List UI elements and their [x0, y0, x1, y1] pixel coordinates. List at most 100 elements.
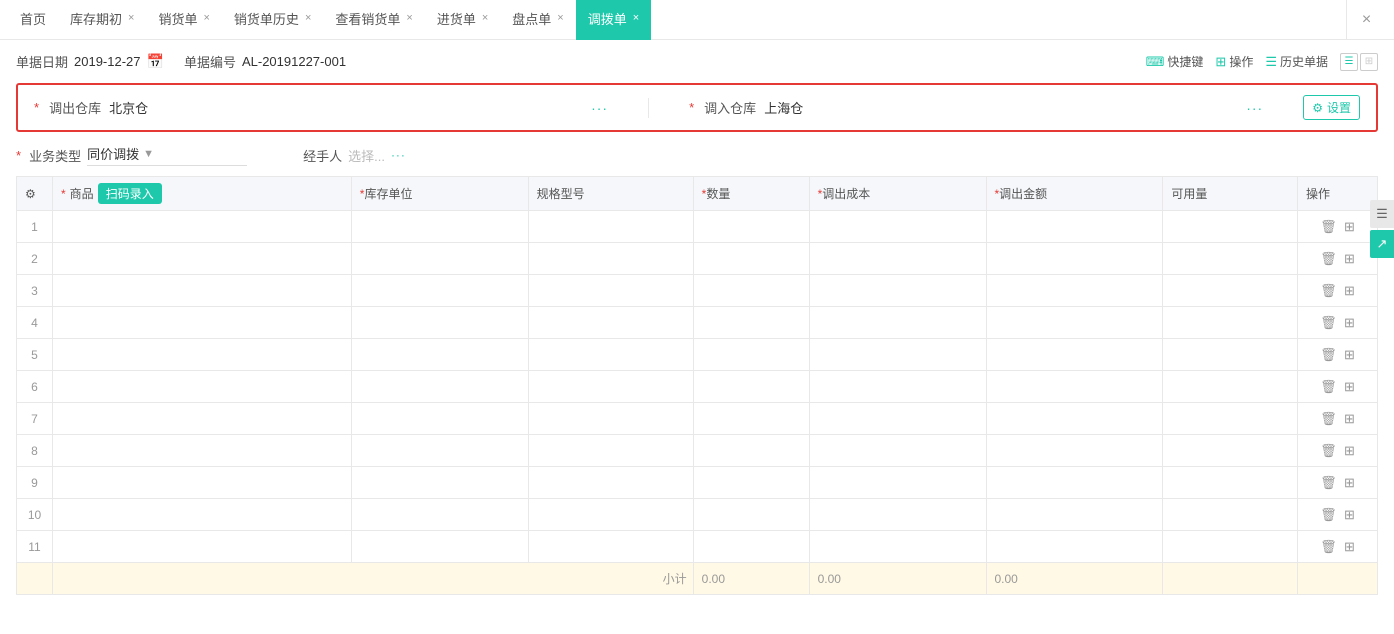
view-grid-button[interactable]: ⊞ — [1360, 53, 1378, 71]
delete-icon-3[interactable]: 🗑 — [1320, 283, 1337, 298]
qty-cell-11[interactable] — [693, 531, 809, 563]
cost-cell-9[interactable] — [809, 467, 986, 499]
history-button[interactable]: ☰ 历史单据 — [1265, 53, 1328, 70]
tab-close-stocktake[interactable]: × — [557, 13, 563, 24]
copy-icon-9[interactable]: ⊞ — [1344, 475, 1355, 490]
cost-cell-8[interactable] — [809, 435, 986, 467]
unit-cell-4[interactable] — [351, 307, 528, 339]
delete-icon-11[interactable]: 🗑 — [1320, 539, 1337, 554]
view-list-button[interactable]: ☰ — [1340, 53, 1358, 71]
copy-icon-4[interactable]: ⊞ — [1344, 315, 1355, 330]
scan-button[interactable]: 扫码录入 — [98, 183, 162, 204]
unit-cell-2[interactable] — [351, 243, 528, 275]
amount-cell-6[interactable] — [986, 371, 1163, 403]
qty-cell-1[interactable] — [693, 211, 809, 243]
delete-icon-7[interactable]: 🗑 — [1320, 411, 1337, 426]
copy-icon-8[interactable]: ⊞ — [1344, 443, 1355, 458]
tab-close-sales-order[interactable]: × — [203, 13, 209, 24]
warehouse-out-more-button[interactable]: ··· — [591, 100, 608, 116]
product-cell-6[interactable] — [53, 371, 352, 403]
qty-cell-10[interactable] — [693, 499, 809, 531]
copy-icon-10[interactable]: ⊞ — [1344, 507, 1355, 522]
business-type-select[interactable]: 同价调拨 ▼ — [87, 144, 247, 166]
copy-icon-3[interactable]: ⊞ — [1344, 283, 1355, 298]
product-cell-8[interactable] — [53, 435, 352, 467]
delete-icon-2[interactable]: 🗑 — [1320, 251, 1337, 266]
cost-cell-10[interactable] — [809, 499, 986, 531]
tab-close-purchase-order[interactable]: × — [482, 13, 488, 24]
amount-cell-8[interactable] — [986, 435, 1163, 467]
amount-cell-3[interactable] — [986, 275, 1163, 307]
handler-more-button[interactable]: ··· — [391, 148, 406, 162]
qty-cell-8[interactable] — [693, 435, 809, 467]
copy-icon-1[interactable]: ⊞ — [1344, 219, 1355, 234]
spec-cell-8[interactable] — [528, 435, 693, 467]
unit-cell-8[interactable] — [351, 435, 528, 467]
copy-icon-11[interactable]: ⊞ — [1344, 539, 1355, 554]
copy-icon-5[interactable]: ⊞ — [1344, 347, 1355, 362]
side-tool-expand-button[interactable]: ↗ — [1370, 230, 1394, 258]
tab-stocktake[interactable]: 盘点单 × — [500, 0, 575, 40]
tab-sales-order[interactable]: 销货单 × — [146, 0, 221, 40]
delete-icon-6[interactable]: 🗑 — [1320, 379, 1337, 394]
amount-cell-5[interactable] — [986, 339, 1163, 371]
tab-sales-history[interactable]: 销货单历史 × — [222, 0, 323, 40]
th-gear[interactable]: ⚙ — [17, 177, 53, 211]
tab-purchase-order[interactable]: 进货单 × — [425, 0, 500, 40]
unit-cell-3[interactable] — [351, 275, 528, 307]
delete-icon-1[interactable]: 🗑 — [1320, 219, 1337, 234]
spec-cell-6[interactable] — [528, 371, 693, 403]
amount-cell-10[interactable] — [986, 499, 1163, 531]
settings-button[interactable]: ⚙ 设置 — [1303, 95, 1360, 120]
spec-cell-5[interactable] — [528, 339, 693, 371]
shortcut-button[interactable]: ⌨ 快捷键 — [1146, 53, 1204, 70]
cost-cell-4[interactable] — [809, 307, 986, 339]
cost-cell-3[interactable] — [809, 275, 986, 307]
delete-icon-8[interactable]: 🗑 — [1320, 443, 1337, 458]
unit-cell-6[interactable] — [351, 371, 528, 403]
handler-placeholder[interactable]: 选择... — [348, 146, 385, 165]
product-cell-4[interactable] — [53, 307, 352, 339]
side-tool-list-button[interactable]: ☰ — [1370, 200, 1394, 228]
spec-cell-3[interactable] — [528, 275, 693, 307]
cost-cell-6[interactable] — [809, 371, 986, 403]
qty-cell-2[interactable] — [693, 243, 809, 275]
amount-cell-9[interactable] — [986, 467, 1163, 499]
product-cell-3[interactable] — [53, 275, 352, 307]
tab-inventory-init[interactable]: 库存期初 × — [58, 0, 146, 40]
tab-transfer[interactable]: 调拨单 × — [576, 0, 651, 40]
spec-cell-4[interactable] — [528, 307, 693, 339]
cost-cell-2[interactable] — [809, 243, 986, 275]
amount-cell-1[interactable] — [986, 211, 1163, 243]
spec-cell-1[interactable] — [528, 211, 693, 243]
unit-cell-11[interactable] — [351, 531, 528, 563]
spec-cell-7[interactable] — [528, 403, 693, 435]
qty-cell-7[interactable] — [693, 403, 809, 435]
unit-cell-10[interactable] — [351, 499, 528, 531]
unit-cell-1[interactable] — [351, 211, 528, 243]
operation-button[interactable]: ⊞ 操作 — [1215, 53, 1253, 70]
warehouse-out-value[interactable]: 北京仓 — [109, 98, 148, 117]
product-cell-11[interactable] — [53, 531, 352, 563]
cost-cell-5[interactable] — [809, 339, 986, 371]
copy-icon-2[interactable]: ⊞ — [1344, 251, 1355, 266]
qty-cell-3[interactable] — [693, 275, 809, 307]
product-cell-2[interactable] — [53, 243, 352, 275]
unit-cell-5[interactable] — [351, 339, 528, 371]
copy-icon-7[interactable]: ⊞ — [1344, 411, 1355, 426]
qty-cell-5[interactable] — [693, 339, 809, 371]
product-cell-7[interactable] — [53, 403, 352, 435]
unit-cell-7[interactable] — [351, 403, 528, 435]
spec-cell-9[interactable] — [528, 467, 693, 499]
delete-icon-9[interactable]: 🗑 — [1320, 475, 1337, 490]
spec-cell-11[interactable] — [528, 531, 693, 563]
tab-close-inventory-init[interactable]: × — [128, 13, 134, 24]
delete-icon-4[interactable]: 🗑 — [1320, 315, 1337, 330]
qty-cell-9[interactable] — [693, 467, 809, 499]
product-cell-1[interactable] — [53, 211, 352, 243]
cost-cell-7[interactable] — [809, 403, 986, 435]
product-cell-5[interactable] — [53, 339, 352, 371]
amount-cell-2[interactable] — [986, 243, 1163, 275]
spec-cell-2[interactable] — [528, 243, 693, 275]
delete-icon-5[interactable]: 🗑 — [1320, 347, 1337, 362]
